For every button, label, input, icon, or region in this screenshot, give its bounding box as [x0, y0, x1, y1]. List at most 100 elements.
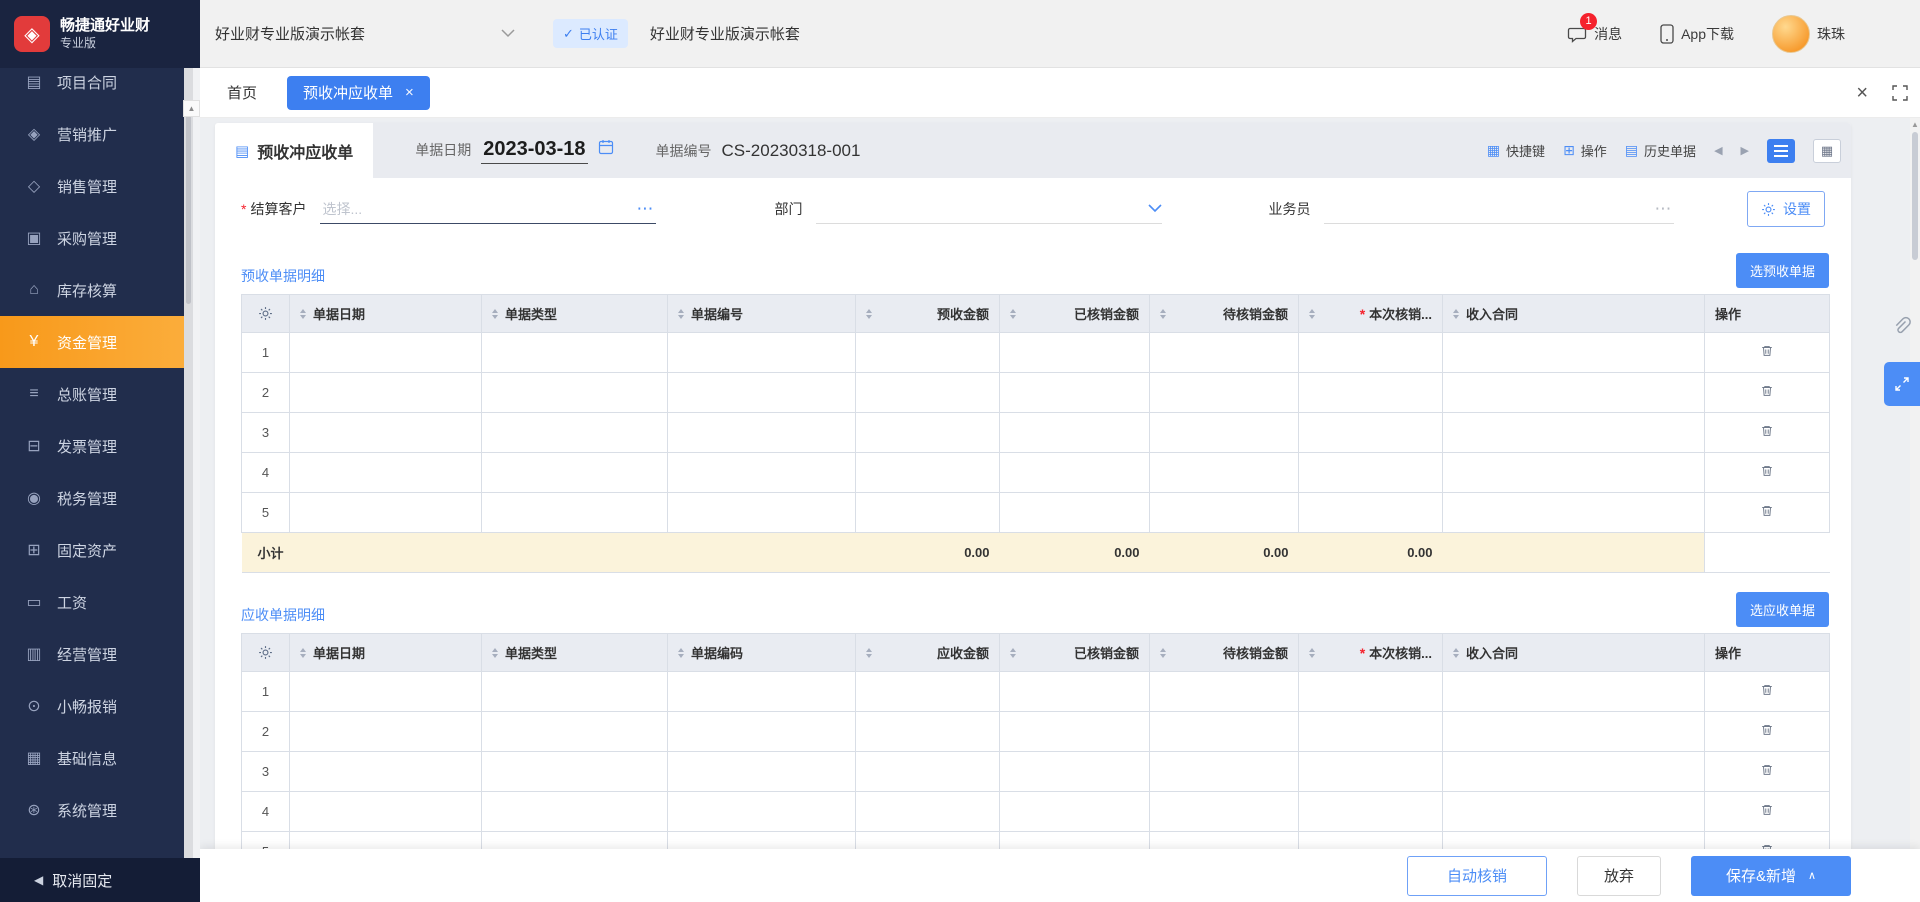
cell[interactable] [999, 711, 1150, 752]
cell[interactable] [481, 332, 668, 373]
sort-icon[interactable] [1309, 308, 1315, 319]
select-prepay-docs-button[interactable]: 选预收单据 [1735, 253, 1829, 288]
cell[interactable] [855, 332, 1000, 373]
cell[interactable] [1442, 452, 1705, 493]
user-menu[interactable]: 珠珠 [1772, 14, 1845, 53]
cell[interactable] [481, 711, 668, 752]
sort-icon[interactable] [1453, 647, 1459, 658]
sort-icon[interactable] [300, 647, 306, 658]
cell[interactable] [667, 711, 856, 752]
column-settings-button[interactable] [241, 633, 290, 672]
col-prepay-amount[interactable]: 预收金额 [855, 294, 1000, 333]
cell[interactable] [855, 751, 1000, 792]
cell[interactable] [289, 671, 482, 712]
next-doc-icon[interactable]: ▶ [1741, 144, 1749, 157]
delete-row-icon[interactable] [1760, 723, 1774, 737]
cell[interactable] [1149, 791, 1299, 832]
expand-panel-button[interactable] [1884, 362, 1920, 406]
sort-icon[interactable] [492, 308, 498, 319]
sort-icon[interactable] [678, 647, 684, 658]
sort-icon[interactable] [1453, 308, 1459, 319]
sort-icon[interactable] [1309, 647, 1315, 658]
delete-row-icon[interactable] [1760, 424, 1774, 438]
cell[interactable] [481, 751, 668, 792]
col-doc-code[interactable]: 单据编码 [667, 633, 856, 672]
cell[interactable] [1298, 452, 1443, 493]
cell[interactable] [667, 452, 856, 493]
sidebar-item-basic-info[interactable]: ▦ 基础信息 [0, 732, 184, 784]
cell[interactable] [1149, 492, 1299, 533]
sidebar-item-funds[interactable]: ¥ 资金管理 [0, 316, 184, 368]
cell[interactable] [1298, 372, 1443, 413]
cell[interactable] [289, 332, 482, 373]
sidebar-item-operations[interactable]: ▥ 经营管理 [0, 628, 184, 680]
cell[interactable] [1149, 412, 1299, 453]
cell[interactable] [1149, 372, 1299, 413]
sidebar-item-expense[interactable]: ⊙ 小畅报销 [0, 680, 184, 732]
column-settings-button[interactable] [241, 294, 290, 333]
grid-view-toggle[interactable]: ▦ [1813, 138, 1841, 163]
sidebar-item-tax[interactable]: ◉ 税务管理 [0, 472, 184, 524]
cell[interactable] [1442, 751, 1705, 792]
cell[interactable] [289, 412, 482, 453]
sort-icon[interactable] [1010, 308, 1016, 319]
cell[interactable] [1149, 751, 1299, 792]
tab-prepay-offset[interactable]: 预收冲应收单 × [287, 75, 430, 110]
sidebar-item-sales[interactable]: ◇ 销售管理 [0, 160, 184, 212]
cell[interactable] [289, 791, 482, 832]
cell[interactable] [481, 412, 668, 453]
sidebar-item-marketing[interactable]: ◈ 营销推广 [0, 108, 184, 160]
main-scrollbar[interactable]: ▲ [1910, 118, 1920, 849]
sort-icon[interactable] [1160, 308, 1166, 319]
sort-icon[interactable] [1160, 647, 1166, 658]
cell[interactable] [999, 791, 1150, 832]
discard-button[interactable]: 放弃 [1577, 855, 1661, 896]
cell[interactable] [999, 671, 1150, 712]
sort-icon[interactable] [300, 308, 306, 319]
col-current-writeoff[interactable]: * 本次核销... [1298, 294, 1443, 333]
cell[interactable] [481, 372, 668, 413]
col-income-contract[interactable]: 收入合同 [1442, 294, 1705, 333]
cell[interactable] [855, 671, 1000, 712]
cell[interactable] [667, 671, 856, 712]
cell[interactable] [999, 751, 1150, 792]
cell[interactable] [999, 452, 1150, 493]
salesman-input[interactable] [1324, 199, 1653, 218]
close-all-icon[interactable]: × [1856, 83, 1868, 103]
cell[interactable] [1298, 711, 1443, 752]
delete-row-icon[interactable] [1760, 683, 1774, 697]
main-scrollbar-thumb[interactable] [1912, 132, 1918, 260]
doc-date-value[interactable]: 2023-03-18 [481, 138, 588, 164]
cell[interactable] [1149, 332, 1299, 373]
cell[interactable] [1298, 412, 1443, 453]
prev-doc-icon[interactable]: ◀ [1714, 144, 1722, 157]
cell[interactable] [667, 332, 856, 373]
col-doc-type[interactable]: 单据类型 [481, 633, 668, 672]
cell[interactable] [667, 492, 856, 533]
cell[interactable] [481, 492, 668, 533]
sidebar-item-system[interactable]: ⊛ 系统管理 [0, 784, 184, 836]
customer-input[interactable] [320, 199, 635, 218]
cell[interactable] [1298, 671, 1443, 712]
col-pending-amount[interactable]: 待核销金额 [1149, 633, 1299, 672]
save-and-new-button[interactable]: 保存&新增 ∧ [1691, 855, 1851, 896]
list-view-toggle[interactable] [1767, 138, 1795, 163]
col-writtenoff-amount[interactable]: 已核销金额 [999, 633, 1150, 672]
cell[interactable] [1298, 492, 1443, 533]
col-current-writeoff[interactable]: * 本次核销... [1298, 633, 1443, 672]
account-set-select[interactable]: 好业财专业版演示帐套 [215, 23, 515, 44]
cell[interactable] [1442, 711, 1705, 752]
cell[interactable] [289, 452, 482, 493]
history-docs-button[interactable]: ▤ 历史单据 [1625, 141, 1696, 160]
cell[interactable] [1442, 671, 1705, 712]
col-income-contract[interactable]: 收入合同 [1442, 633, 1705, 672]
sidebar-item-payroll[interactable]: ▭ 工资 [0, 576, 184, 628]
delete-row-icon[interactable] [1760, 344, 1774, 358]
cell[interactable] [855, 791, 1000, 832]
cell[interactable] [1442, 412, 1705, 453]
cell[interactable] [855, 711, 1000, 752]
settings-button[interactable]: 设置 [1747, 191, 1825, 227]
customer-more-icon[interactable]: ⋯ [634, 200, 656, 217]
cell[interactable] [481, 671, 668, 712]
operations-menu-button[interactable]: ⊞ 操作 [1563, 141, 1607, 160]
